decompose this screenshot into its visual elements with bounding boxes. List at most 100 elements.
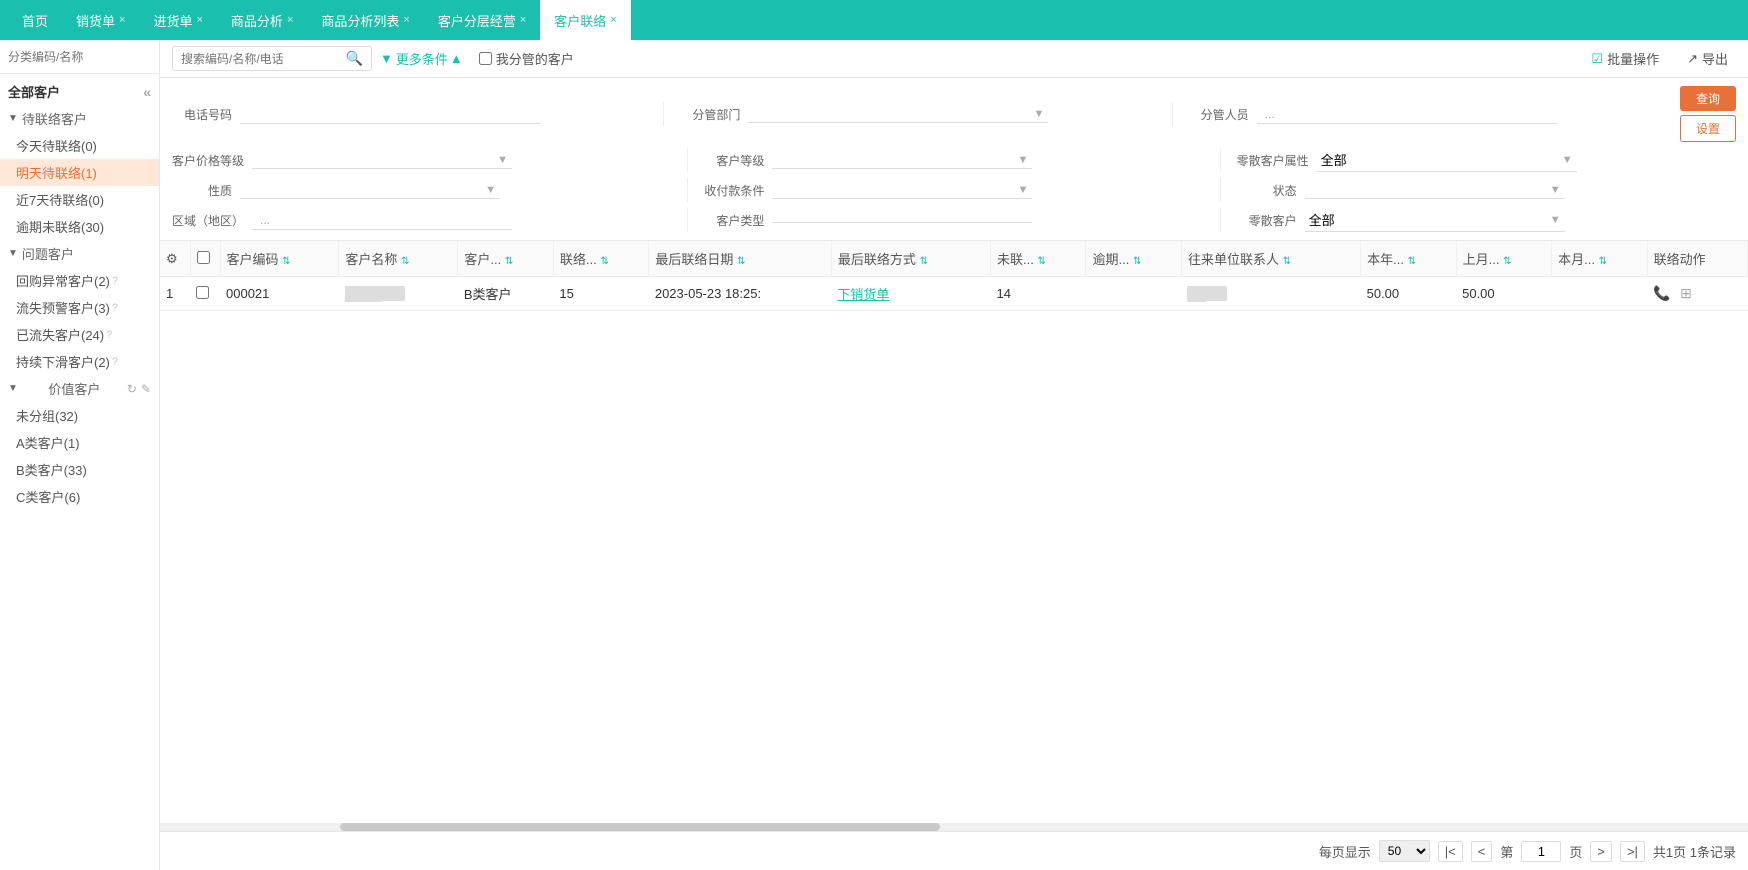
sidebar-item-churn-warning[interactable]: 流失预警客户(3) ? [0,294,159,321]
action-phone-icon[interactable]: 📞 [1653,285,1670,301]
status-select[interactable]: ▼ [1305,182,1565,199]
phone-input[interactable] [240,105,540,124]
region-select[interactable]: ... [252,211,512,230]
export-btn[interactable]: ↗ 导出 [1679,46,1736,71]
nav-customer-tier-close[interactable]: × [520,14,526,26]
row-overdue [1086,277,1182,311]
page-size-select[interactable]: 50 100 200 [1379,840,1430,862]
sidebar-item-ungrouped[interactable]: 未分组(32) [0,402,159,429]
my-customers-checkbox[interactable] [479,52,492,65]
nav-product-analysis-close[interactable]: × [287,14,293,26]
sidebar-all-customers[interactable]: 全部客户 « [0,74,159,105]
customer-type-select[interactable] [772,218,1032,223]
status-arrow: ▼ [1550,184,1561,196]
col-last-month[interactable]: 上月... ⇅ [1456,241,1552,277]
row-last-contact-method: 下销货单 [831,277,990,311]
filter-search-input[interactable] [181,52,346,66]
col-name[interactable]: 客户名称 ⇅ [339,241,458,277]
nav-customer-contact[interactable]: 客户联络 × [540,0,630,40]
sidebar-item-7days[interactable]: 近7天待联络(0) [0,186,159,213]
nav-sales-order[interactable]: 销货单 × [62,0,139,40]
help-icon-declining: ? [112,356,118,368]
filter-search-box: 🔍 [172,46,372,71]
page-input[interactable] [1521,841,1561,862]
col-contact-person[interactable]: 往来单位联系人 ⇅ [1181,241,1360,277]
filter-bar-right: ☑ 批量操作 ↗ 导出 [1583,46,1736,71]
query-btn[interactable]: 查询 [1680,86,1736,111]
value-refresh-icon[interactable]: ↻ [127,382,137,396]
col-customer-type[interactable]: 客户... ⇅ [458,241,554,277]
col-this-year[interactable]: 本年... ⇅ [1361,241,1457,277]
select-all-checkbox[interactable] [197,251,210,264]
col-settings[interactable]: ⚙ [160,241,190,277]
sidebar-search-input[interactable] [8,50,160,64]
next-page-btn[interactable]: > [1590,841,1612,862]
row-actions: 📞 ⊞ [1647,277,1747,311]
col-contact-count[interactable]: 联络... ⇅ [553,241,649,277]
col-overdue[interactable]: 逾期... ⇅ [1086,241,1182,277]
value-edit-icon[interactable]: ✎ [141,382,151,396]
sidebar-item-churned[interactable]: 已流失客户(24) ? [0,321,159,348]
prev-page-btn[interactable]: < [1471,841,1493,862]
nav-purchase-order-close[interactable]: × [196,14,202,26]
sort-icon-date: ⇅ [737,256,745,267]
sidebar-item-c-class[interactable]: C类客户(6) [0,483,159,510]
col-this-month[interactable]: 本月... ⇅ [1552,241,1648,277]
sidebar-item-declining[interactable]: 持续下滑客户(2) ? [0,348,159,375]
nav-purchase-order[interactable]: 进货单 × [139,0,216,40]
sidebar-item-b-class[interactable]: B类客户(33) [0,456,159,483]
last-page-btn[interactable]: >| [1620,841,1645,862]
batch-action-btn[interactable]: ☑ 批量操作 [1583,46,1667,71]
price-level-select[interactable]: ▼ [252,152,512,169]
row-unlinked: 14 [990,277,1086,311]
nature-field: 性质 ▼ [172,182,671,199]
top-nav: 首页 销货单 × 进货单 × 商品分析 × 商品分析列表 × 客户分层经营 × … [0,0,1748,40]
customer-type-field: 客户类型 [704,212,1203,229]
nav-product-analysis-list-close[interactable]: × [403,14,409,26]
more-conditions-btn[interactable]: ▼ 更多条件 ▲ [380,49,463,68]
sidebar-group-pending[interactable]: 待联络客户 [0,105,159,132]
sidebar-group-problem[interactable]: 问题客户 [0,240,159,267]
collapse-icon[interactable]: « [143,84,151,100]
settings-btn[interactable]: 设置 [1680,115,1736,142]
gear-icon[interactable]: ⚙ [166,251,178,266]
nav-product-analysis-list[interactable]: 商品分析列表 × [307,0,423,40]
filter-search-icon[interactable]: 🔍 [346,50,363,67]
scrollbar-thumb[interactable] [340,823,940,831]
row-checkbox[interactable] [196,286,209,299]
sidebar-item-repurchase-abnormal[interactable]: 回购异常客户(2) ? [0,267,159,294]
row-last-contact-date: 2023-05-23 18:25: [649,277,832,311]
content-area: 🔍 ▼ 更多条件 ▲ 我分管的客户 ☑ 批量操作 ↗ 导出 [160,40,1748,870]
sort-icon-method: ⇅ [920,256,928,267]
nav-customer-tier[interactable]: 客户分层经营 × [424,0,540,40]
col-last-contact-method[interactable]: 最后联络方式 ⇅ [831,241,990,277]
retail-attr-select[interactable]: 全部 ▼ [1317,148,1577,172]
contact-method-link[interactable]: 下销货单 [837,287,889,302]
retail-customer-select[interactable]: 全部 ▼ [1305,208,1565,232]
payment-select[interactable]: ▼ [772,182,1032,199]
nav-sales-order-close[interactable]: × [119,14,125,26]
sidebar-item-a-class[interactable]: A类客户(1) [0,429,159,456]
person-select[interactable]: ... [1257,105,1557,124]
row-checkbox-cell [190,277,220,311]
action-more-icon[interactable]: ⊞ [1680,285,1692,301]
dept-select[interactable]: ▼ [748,106,1048,123]
row-last-month: 50.00 [1456,277,1552,311]
col-last-contact-date[interactable]: 最后联络日期 ⇅ [649,241,832,277]
horizontal-scrollbar[interactable] [160,823,1748,831]
sidebar-item-overdue[interactable]: 逾期未联络(30) [0,213,159,240]
first-page-btn[interactable]: |< [1438,841,1463,862]
customer-level-select[interactable]: ▼ [772,152,1032,169]
col-code[interactable]: 客户编码 ⇅ [220,241,339,277]
help-icon-churned: ? [106,329,112,341]
nav-customer-contact-close[interactable]: × [610,14,616,26]
sidebar-group-value[interactable]: 价值客户 ↻ ✎ [0,375,159,402]
sidebar-item-tomorrow[interactable]: 明天待联络(1) [0,159,159,186]
nav-home[interactable]: 首页 [8,0,62,40]
sidebar-item-today[interactable]: 今天待联络(0) [0,132,159,159]
nature-select[interactable]: ▼ [240,182,500,199]
filter-icon: ▼ [380,51,393,66]
nav-product-analysis[interactable]: 商品分析 × [217,0,307,40]
col-unlinked[interactable]: 未联... ⇅ [990,241,1086,277]
col-action: 联络动作 [1647,241,1747,277]
